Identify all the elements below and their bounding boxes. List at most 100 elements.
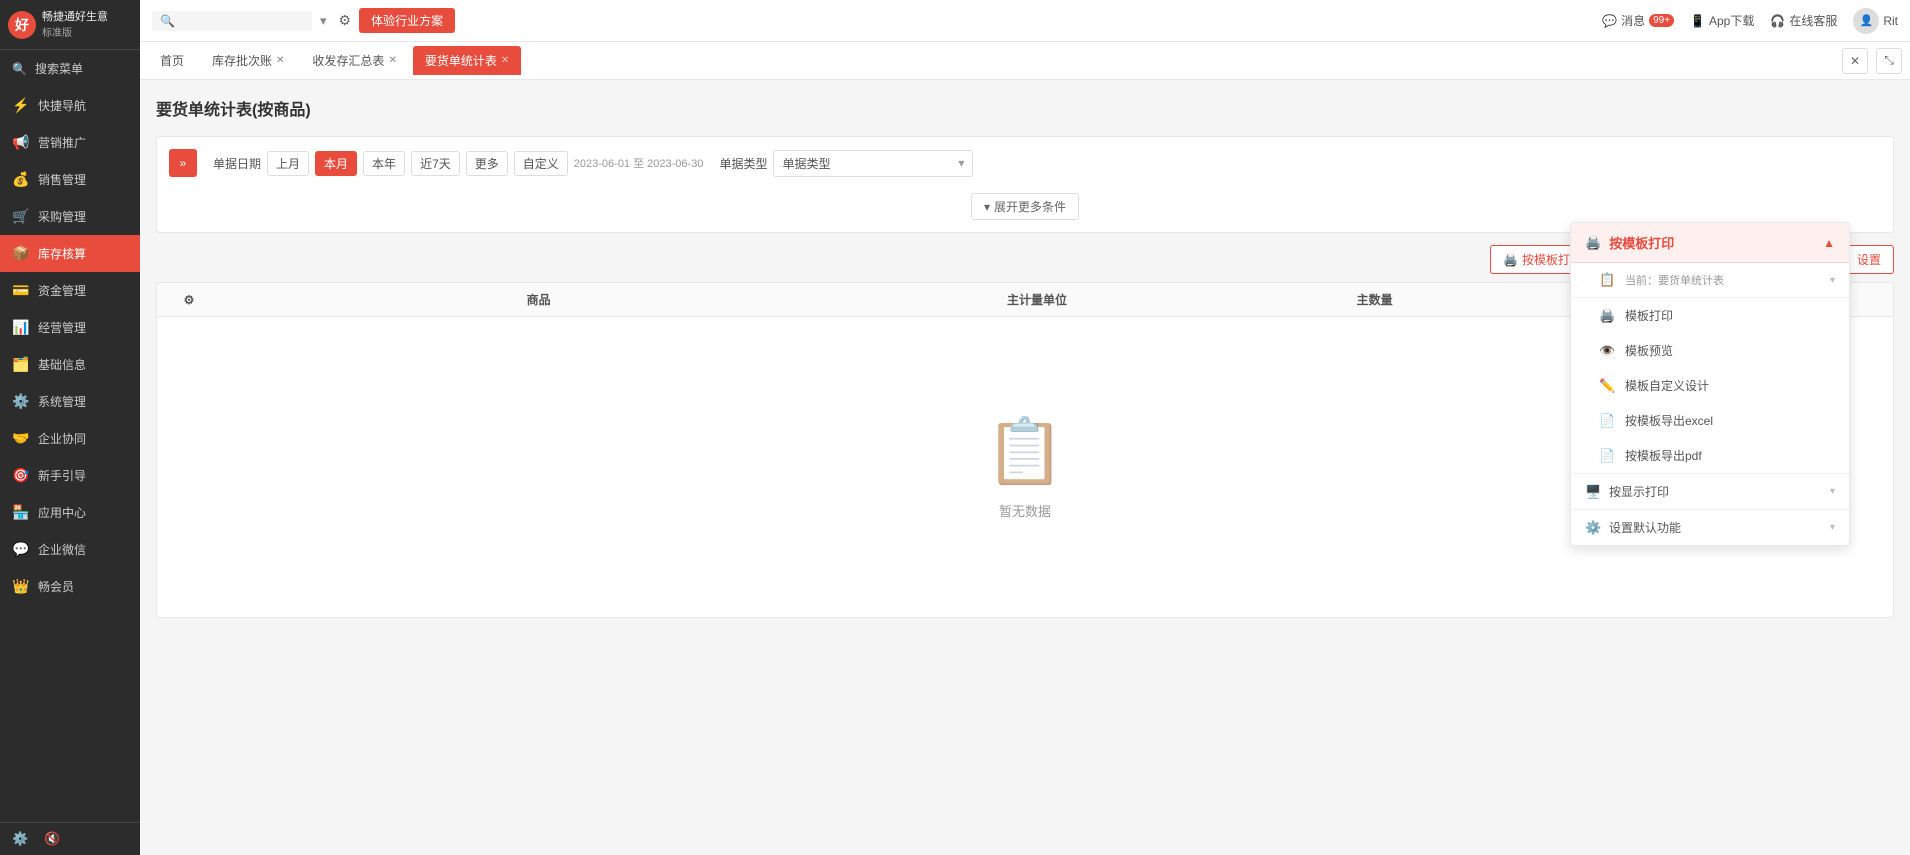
app-download-item[interactable]: 📱 App下载 [1690, 12, 1754, 29]
dropdown-close-chevron[interactable]: ▲ [1823, 236, 1835, 250]
dropdown-display-print-item[interactable]: 🖥️ 按显示打印 ▾ [1571, 474, 1849, 509]
nav-label-inventory: 库存核算 [38, 245, 86, 262]
logo-area: 好 畅捷通好生意 标准版 [0, 0, 140, 50]
topbar-search-input[interactable] [179, 14, 299, 28]
sidebar-item-purchase[interactable]: 🛒 采购管理 [0, 198, 140, 235]
tab-inventory-batch[interactable]: 库存批次账 ✕ [200, 46, 296, 75]
content-area: 要货单统计表(按商品) » 单据日期 上月 本月 本年 近7天 更多 自定义 2… [140, 80, 1910, 855]
sidebar-item-operation[interactable]: 📊 经营管理 [0, 309, 140, 346]
date-filter-label: 单据日期 [213, 155, 261, 172]
topbar-dropdown-icon[interactable]: ▾ [320, 13, 327, 29]
expand-label: 展开更多条件 [994, 198, 1066, 215]
type-select-chevron: ▾ [958, 156, 964, 170]
date-btn-this-year[interactable]: 本年 [363, 151, 405, 176]
sidebar-item-appstore[interactable]: 🏪 应用中心 [0, 494, 140, 531]
filter-expand-icon[interactable]: » [169, 149, 197, 177]
expand-conditions-btn[interactable]: ▾ 展开更多条件 [971, 193, 1079, 220]
inventory-icon: 📦 [12, 245, 30, 262]
sidebar-item-guide[interactable]: 🎯 新手引导 [0, 457, 140, 494]
date-btn-7days[interactable]: 近7天 [411, 151, 460, 176]
logo-icon: 好 [8, 11, 36, 39]
date-btn-more[interactable]: 更多 [466, 151, 508, 176]
dropdown-header[interactable]: 🖨️ 按模板打印 ▲ [1571, 223, 1849, 263]
app-name: 畅捷通好生意 [42, 10, 108, 24]
empty-text: 暂无数据 [999, 501, 1051, 520]
th-unit: 主计量单位 [868, 291, 1206, 308]
tab-close-all-btn[interactable]: ✕ [1842, 48, 1868, 74]
date-btn-last-month[interactable]: 上月 [267, 151, 309, 176]
export-pdf-icon: 📄 [1599, 448, 1615, 464]
type-filter-select[interactable]: 单据类型 ▾ [773, 150, 973, 177]
tab-receipt-summary[interactable]: 收发存汇总表 ✕ [300, 46, 408, 75]
date-btn-this-month[interactable]: 本月 [315, 151, 357, 176]
nav-label-system: 系统管理 [38, 393, 86, 410]
messages-item[interactable]: 💬 消息 99+ [1602, 12, 1674, 29]
app-download-icon: 📱 [1690, 14, 1705, 28]
filter-bar: » 单据日期 上月 本月 本年 近7天 更多 自定义 2023-06-01 至 … [156, 136, 1894, 233]
sidebar-item-basic[interactable]: 🗂️ 基础信息 [0, 346, 140, 383]
default-func-icon: ⚙️ [1585, 520, 1601, 536]
settings-btn[interactable]: 设置 [1844, 245, 1894, 274]
sidebar-item-vip[interactable]: 👑 畅会员 [0, 568, 140, 605]
sidebar-search[interactable]: 🔍 搜索菜单 [0, 50, 140, 87]
topbar: 🔍 ▾ ⚙ 体验行业方案 💬 消息 99+ 📱 App下载 🎧 在线客服 [140, 0, 1910, 42]
dropdown-current-item[interactable]: 📋 当前：要货单统计表 ▾ [1571, 263, 1849, 297]
template-print-icon: 🖨️ [1599, 308, 1615, 324]
nav-label-sales: 销售管理 [38, 171, 86, 188]
trial-button[interactable]: 体验行业方案 [359, 8, 455, 33]
sidebar-item-sales[interactable]: 💰 销售管理 [0, 161, 140, 198]
online-service-item[interactable]: 🎧 在线客服 [1770, 12, 1837, 29]
current-chevron: ▾ [1830, 275, 1835, 286]
sidebar-item-system[interactable]: ⚙️ 系统管理 [0, 383, 140, 420]
username: Rit [1883, 14, 1898, 28]
tab-requisition-stats-label: 要货单统计表 [425, 52, 497, 69]
dropdown-default-func-item[interactable]: ⚙️ 设置默认功能 ▾ [1571, 510, 1849, 545]
date-btn-custom[interactable]: 自定义 [514, 151, 568, 176]
default-func-left: ⚙️ 设置默认功能 [1585, 519, 1681, 536]
topbar-actions: ⚙ [339, 12, 352, 29]
messages-icon: 💬 [1602, 14, 1617, 28]
sidebar-item-inventory[interactable]: 📦 库存核算 [0, 235, 140, 272]
topbar-gear-icon[interactable]: ⚙ [339, 12, 352, 29]
current-template-icon: 📋 [1599, 272, 1615, 288]
nav-label-basic: 基础信息 [38, 356, 86, 373]
user-avatar: 👤 [1853, 8, 1879, 34]
tab-home[interactable]: 首页 [148, 46, 196, 75]
settings-icon-table[interactable]: ⚙ [184, 293, 195, 307]
system-icon: ⚙️ [12, 393, 30, 410]
tab-requisition-stats-close[interactable]: ✕ [501, 55, 509, 66]
dropdown-header-left: 🖨️ 按模板打印 [1585, 233, 1674, 252]
sidebar-item-marketing[interactable]: 📢 营销推广 [0, 124, 140, 161]
search-icon: 🔍 [12, 62, 27, 76]
th-checkbox: ⚙ [169, 293, 209, 307]
settings-icon[interactable]: ⚙️ [12, 831, 28, 847]
volume-icon[interactable]: 🔇 [44, 831, 60, 847]
dropdown-item-export-pdf[interactable]: 📄 按模板导出pdf [1571, 438, 1849, 473]
dropdown-items-section: 🖨️ 模板打印 👁️ 模板预览 ✏️ 模板自定义设计 📄 按模板导出excel … [1571, 298, 1849, 474]
tab-requisition-stats[interactable]: 要货单统计表 ✕ [413, 46, 521, 75]
sidebar-item-quicknav[interactable]: ⚡ 快捷导航 [0, 87, 140, 124]
user-avatar-item[interactable]: 👤 Rit [1853, 8, 1898, 34]
topbar-search-icon: 🔍 [160, 14, 175, 28]
dropdown-item-template-design[interactable]: ✏️ 模板自定义设计 [1571, 368, 1849, 403]
sidebar-item-weixin[interactable]: 💬 企业微信 [0, 531, 140, 568]
display-print-icon: 🖥️ [1585, 484, 1601, 500]
sidebar-item-finance[interactable]: 💳 资金管理 [0, 272, 140, 309]
tab-home-label: 首页 [160, 52, 184, 69]
dropdown-item-template-preview[interactable]: 👁️ 模板预览 [1571, 333, 1849, 368]
export-excel-icon: 📄 [1599, 413, 1615, 429]
dropdown-item-template-print[interactable]: 🖨️ 模板打印 [1571, 298, 1849, 333]
tab-expand-btn[interactable]: ⤡ [1876, 48, 1902, 74]
empty-state: 📋 暂无数据 [925, 354, 1125, 580]
template-preview-label: 模板预览 [1625, 342, 1673, 359]
tab-receipt-summary-close[interactable]: ✕ [388, 55, 396, 66]
logo-text: 畅捷通好生意 标准版 [42, 10, 108, 39]
basic-icon: 🗂️ [12, 356, 30, 373]
dropdown-item-export-excel[interactable]: 📄 按模板导出excel [1571, 403, 1849, 438]
sidebar-item-enterprise[interactable]: 🤝 企业协同 [0, 420, 140, 457]
tab-inventory-batch-close[interactable]: ✕ [276, 55, 284, 66]
appstore-icon: 🏪 [12, 504, 30, 521]
nav-label-purchase: 采购管理 [38, 208, 86, 225]
type-select-placeholder: 单据类型 [782, 155, 830, 172]
topbar-search-area[interactable]: 🔍 [152, 11, 312, 31]
